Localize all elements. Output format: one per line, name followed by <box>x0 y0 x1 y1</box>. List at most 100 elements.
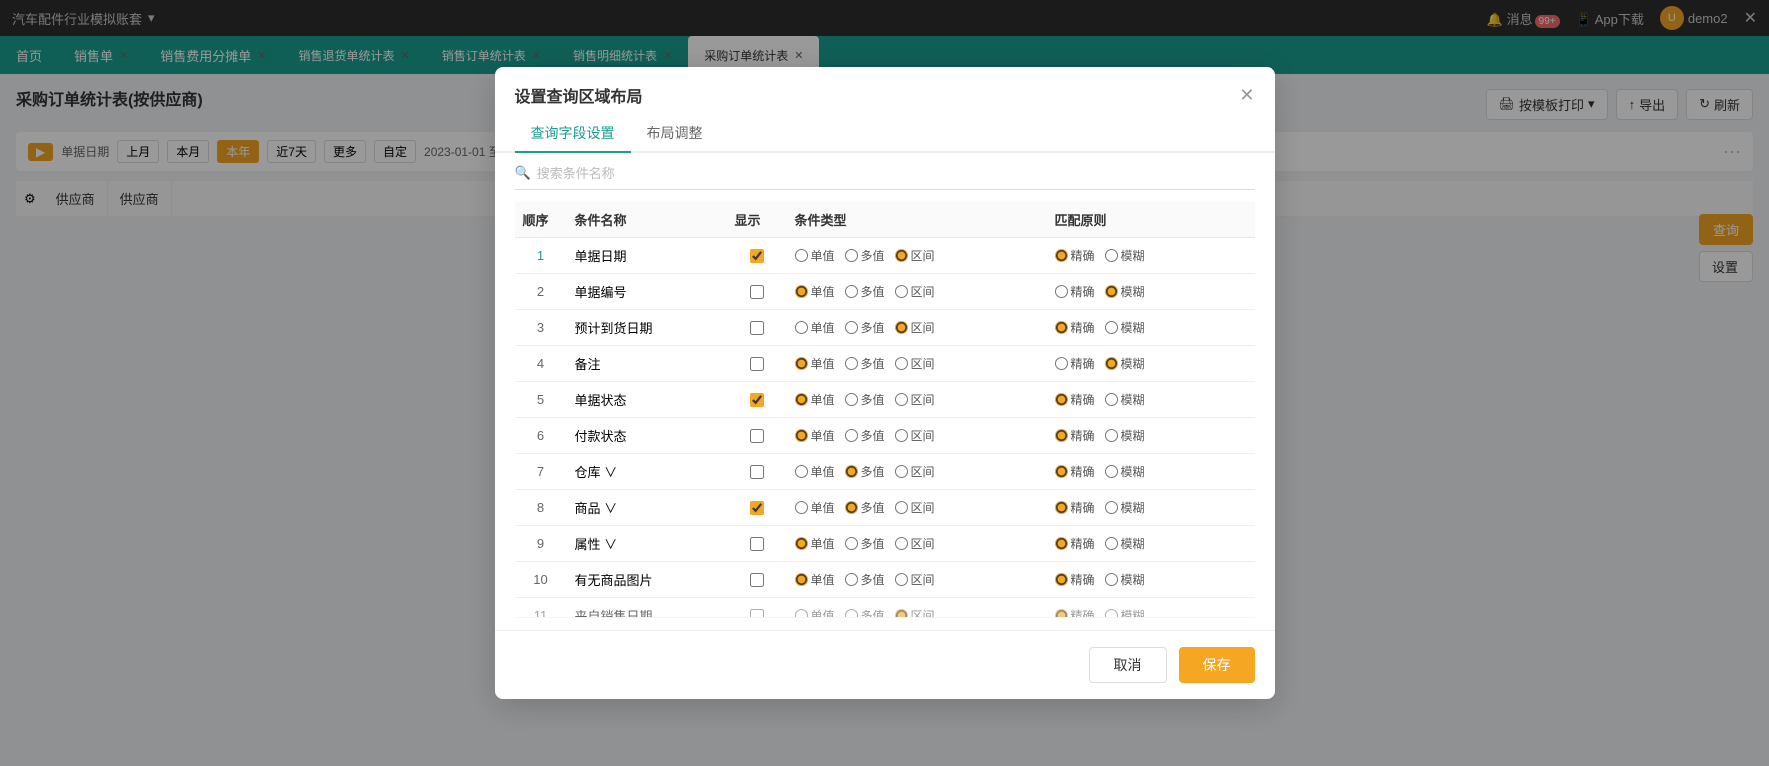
row-type-1: 单值 多值 区间 <box>787 247 1047 264</box>
modal-overlay: 设置查询区域布局 ✕ 查询字段设置 布局调整 🔍 顺序 条件名称 <box>0 0 1769 766</box>
row-name-6: 付款状态 <box>567 426 727 445</box>
row-name-1: 单据日期 <box>567 246 727 265</box>
row-type-3: 单值 多值 区间 <box>787 319 1047 336</box>
type-single-1[interactable]: 单值 <box>795 247 835 264</box>
type-single-4[interactable]: 单值 <box>795 355 835 372</box>
modal-close-button[interactable]: ✕ <box>1239 86 1254 104</box>
match-exact-7[interactable]: 精确 <box>1055 463 1095 480</box>
show-checkbox-3[interactable] <box>750 321 764 335</box>
type-single-9[interactable]: 单值 <box>795 535 835 552</box>
show-checkbox-7[interactable] <box>750 465 764 479</box>
show-checkbox-4[interactable] <box>750 357 764 371</box>
table-row: 8 商品 ∨ 单值 多值 区间 精确 模糊 <box>515 490 1255 526</box>
row-show-11 <box>727 609 787 619</box>
type-multi-4[interactable]: 多值 <box>845 355 885 372</box>
type-multi-1[interactable]: 多值 <box>845 247 885 264</box>
show-checkbox-6[interactable] <box>750 429 764 443</box>
row-show-1 <box>727 249 787 263</box>
cancel-button[interactable]: 取消 <box>1089 647 1167 683</box>
type-range-1[interactable]: 区间 <box>895 247 935 264</box>
match-fuzzy-9[interactable]: 模糊 <box>1105 535 1145 552</box>
type-multi-11[interactable]: 多值 <box>845 607 885 618</box>
match-exact-10[interactable]: 精确 <box>1055 571 1095 588</box>
search-input[interactable] <box>537 166 717 181</box>
row-match-1: 精确 模糊 <box>1047 247 1247 264</box>
match-fuzzy-4[interactable]: 模糊 <box>1105 355 1145 372</box>
type-multi-7[interactable]: 多值 <box>845 463 885 480</box>
type-multi-10[interactable]: 多值 <box>845 571 885 588</box>
type-range-6[interactable]: 区间 <box>895 427 935 444</box>
table-row: 6 付款状态 单值 多值 区间 精确 模糊 <box>515 418 1255 454</box>
match-exact-8[interactable]: 精确 <box>1055 499 1095 516</box>
match-exact-1[interactable]: 精确 <box>1055 247 1095 264</box>
row-match-3: 精确 模糊 <box>1047 319 1247 336</box>
type-multi-8[interactable]: 多值 <box>845 499 885 516</box>
type-multi-6[interactable]: 多值 <box>845 427 885 444</box>
show-checkbox-11[interactable] <box>750 609 764 619</box>
row-num-11: 11 <box>515 608 567 618</box>
row-name-5: 单据状态 <box>567 390 727 409</box>
type-range-5[interactable]: 区间 <box>895 391 935 408</box>
match-exact-2[interactable]: 精确 <box>1055 283 1095 300</box>
match-fuzzy-11[interactable]: 模糊 <box>1105 607 1145 618</box>
modal-tab-layout[interactable]: 布局调整 <box>631 115 719 153</box>
type-range-10[interactable]: 区间 <box>895 571 935 588</box>
row-type-6: 单值 多值 区间 <box>787 427 1047 444</box>
row-type-2: 单值 多值 区间 <box>787 283 1047 300</box>
row-type-8: 单值 多值 区间 <box>787 499 1047 516</box>
type-range-8[interactable]: 区间 <box>895 499 935 516</box>
type-single-8[interactable]: 单值 <box>795 499 835 516</box>
match-fuzzy-8[interactable]: 模糊 <box>1105 499 1145 516</box>
table-row: 7 仓库 ∨ 单值 多值 区间 精确 模糊 <box>515 454 1255 490</box>
show-checkbox-9[interactable] <box>750 537 764 551</box>
match-fuzzy-10[interactable]: 模糊 <box>1105 571 1145 588</box>
type-multi-5[interactable]: 多值 <box>845 391 885 408</box>
type-single-10[interactable]: 单值 <box>795 571 835 588</box>
match-fuzzy-6[interactable]: 模糊 <box>1105 427 1145 444</box>
show-checkbox-5[interactable] <box>750 393 764 407</box>
modal-tab-query-fields[interactable]: 查询字段设置 <box>515 115 631 153</box>
modal-header: 设置查询区域布局 ✕ <box>495 67 1275 107</box>
table-row: 1 单据日期 单值 多值 区间 精确 模糊 <box>515 238 1255 274</box>
row-name-10: 有无商品图片 <box>567 570 727 589</box>
match-fuzzy-1[interactable]: 模糊 <box>1105 247 1145 264</box>
type-multi-3[interactable]: 多值 <box>845 319 885 336</box>
match-exact-4[interactable]: 精确 <box>1055 355 1095 372</box>
type-multi-2[interactable]: 多值 <box>845 283 885 300</box>
match-fuzzy-3[interactable]: 模糊 <box>1105 319 1145 336</box>
row-name-11: 来自销售日期 <box>567 606 727 618</box>
type-single-5[interactable]: 单值 <box>795 391 835 408</box>
type-single-7[interactable]: 单值 <box>795 463 835 480</box>
row-name-3: 预计到货日期 <box>567 318 727 337</box>
type-single-3[interactable]: 单值 <box>795 319 835 336</box>
type-single-2[interactable]: 单值 <box>795 283 835 300</box>
type-range-11[interactable]: 区间 <box>895 607 935 618</box>
type-range-4[interactable]: 区间 <box>895 355 935 372</box>
type-single-11[interactable]: 单值 <box>795 607 835 618</box>
type-range-7[interactable]: 区间 <box>895 463 935 480</box>
type-single-6[interactable]: 单值 <box>795 427 835 444</box>
show-checkbox-8[interactable] <box>750 501 764 515</box>
save-button[interactable]: 保存 <box>1179 647 1255 683</box>
match-exact-6[interactable]: 精确 <box>1055 427 1095 444</box>
row-match-2: 精确 模糊 <box>1047 283 1247 300</box>
match-exact-9[interactable]: 精确 <box>1055 535 1095 552</box>
match-exact-5[interactable]: 精确 <box>1055 391 1095 408</box>
type-multi-9[interactable]: 多值 <box>845 535 885 552</box>
match-exact-3[interactable]: 精确 <box>1055 319 1095 336</box>
modal-tabs: 查询字段设置 布局调整 <box>495 115 1275 153</box>
match-fuzzy-7[interactable]: 模糊 <box>1105 463 1145 480</box>
show-checkbox-10[interactable] <box>750 573 764 587</box>
type-range-3[interactable]: 区间 <box>895 319 935 336</box>
match-fuzzy-2[interactable]: 模糊 <box>1105 283 1145 300</box>
match-exact-11[interactable]: 精确 <box>1055 607 1095 618</box>
show-checkbox-1[interactable] <box>750 249 764 263</box>
row-name-9: 属性 ∨ <box>567 534 727 553</box>
row-num-5: 5 <box>515 392 567 407</box>
match-fuzzy-5[interactable]: 模糊 <box>1105 391 1145 408</box>
show-checkbox-2[interactable] <box>750 285 764 299</box>
type-range-9[interactable]: 区间 <box>895 535 935 552</box>
type-range-2[interactable]: 区间 <box>895 283 935 300</box>
row-match-5: 精确 模糊 <box>1047 391 1247 408</box>
row-type-11: 单值 多值 区间 <box>787 607 1047 618</box>
